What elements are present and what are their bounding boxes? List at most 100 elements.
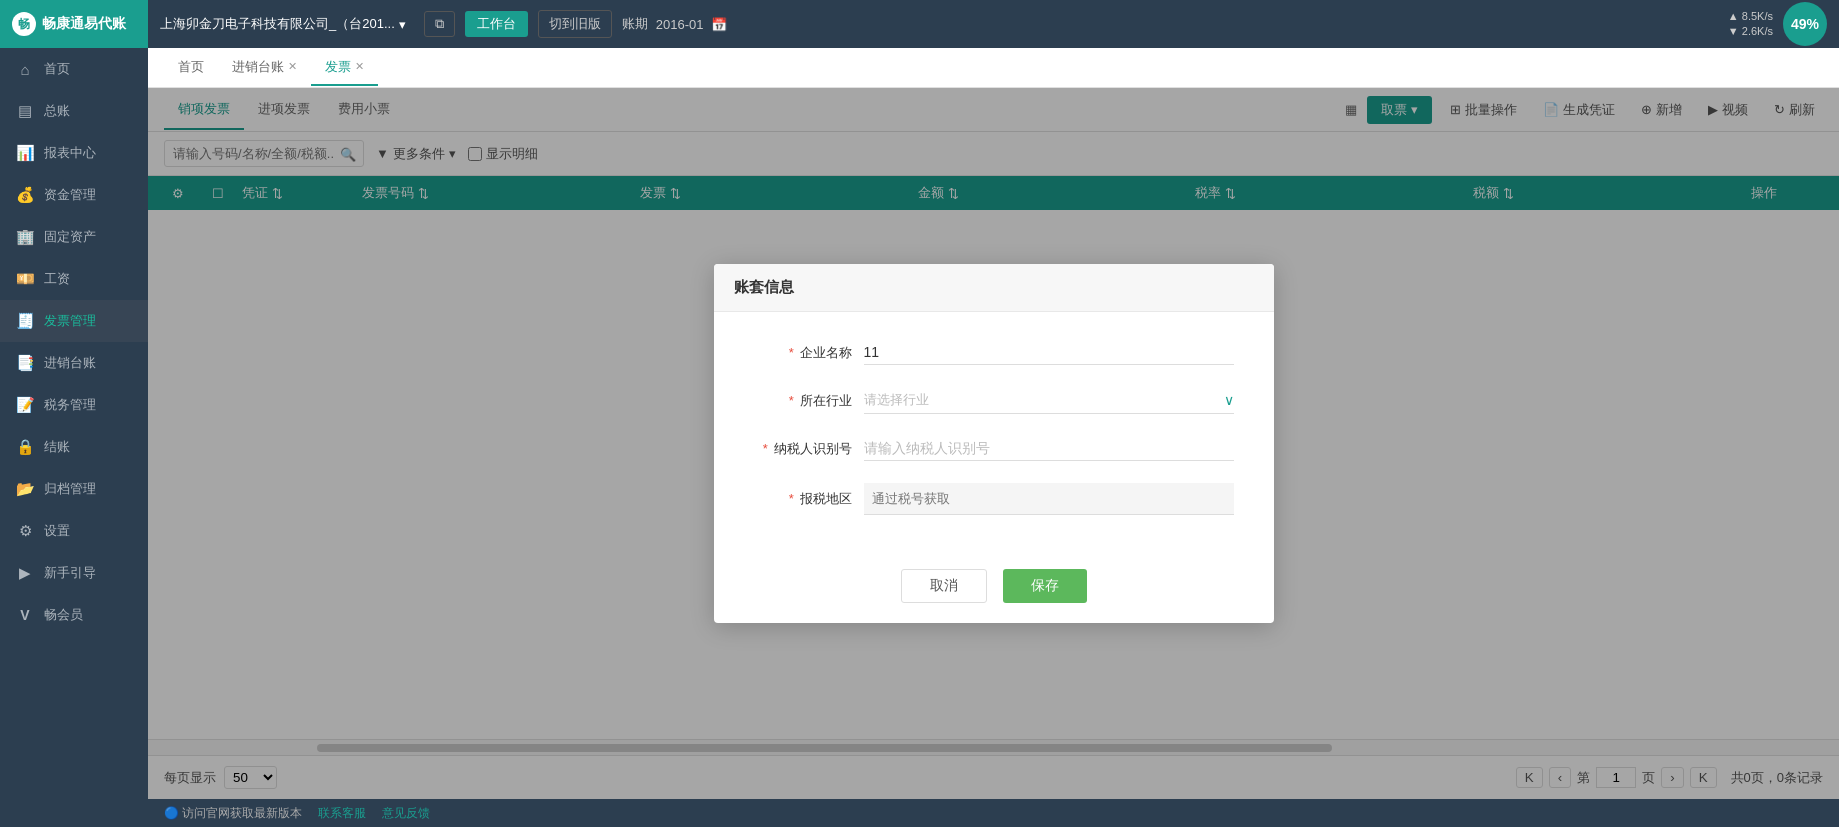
copy-button[interactable]: ⧉ xyxy=(424,11,455,37)
tab-home-label: 首页 xyxy=(178,58,204,76)
company-name-input[interactable] xyxy=(864,340,1234,365)
sidebar-item-label: 设置 xyxy=(44,522,70,540)
sidebar-item-label: 总账 xyxy=(44,102,70,120)
switch-old-button[interactable]: 切到旧版 xyxy=(538,10,612,38)
funds-icon: 💰 xyxy=(16,186,34,204)
period-value: 2016-01 xyxy=(656,17,704,32)
dialog-body: * 企业名称 * 所在行业 请选择行业 ∨ xyxy=(714,312,1274,557)
tab-invoice[interactable]: 发票 ✕ xyxy=(311,50,378,86)
sidebar-item-purchase[interactable]: 📑 进销台账 xyxy=(0,342,148,384)
speed-percent: 49% xyxy=(1791,16,1819,32)
save-button[interactable]: 保存 xyxy=(1003,569,1087,603)
guide-icon: ▶ xyxy=(16,564,34,582)
sidebar-item-payroll[interactable]: 💴 工资 xyxy=(0,258,148,300)
sidebar-item-member[interactable]: V 畅会员 xyxy=(0,594,148,636)
period-label: 账期 xyxy=(622,15,648,33)
home-icon: ⌂ xyxy=(16,61,34,78)
industry-select[interactable]: 请选择行业 ∨ xyxy=(864,387,1234,414)
industry-placeholder: 请选择行业 xyxy=(864,391,1224,409)
sidebar-item-label: 发票管理 xyxy=(44,312,96,330)
required-star: * xyxy=(789,393,794,408)
tax-area-label: * 报税地区 xyxy=(754,490,864,508)
sidebar-item-label: 报表中心 xyxy=(44,144,96,162)
logo-text: 畅康通易代账 xyxy=(42,15,126,33)
footer-tip-text: 🔵 访问官网获取最新版本 xyxy=(164,805,302,822)
sidebar-item-label: 新手引导 xyxy=(44,564,96,582)
assets-icon: 🏢 xyxy=(16,228,34,246)
reports-icon: 📊 xyxy=(16,144,34,162)
tab-purchase[interactable]: 进销台账 ✕ xyxy=(218,50,311,86)
sidebar-item-settings[interactable]: ⚙ 设置 xyxy=(0,510,148,552)
tax-area-input xyxy=(864,483,1234,515)
topbar: 上海卯金刀电子科技有限公司_（台201... ▾ ⧉ 工作台 切到旧版 账期 2… xyxy=(148,0,1839,48)
sidebar-item-label: 资金管理 xyxy=(44,186,96,204)
tax-id-input[interactable] xyxy=(864,436,1234,461)
calendar-icon[interactable]: 📅 xyxy=(711,17,727,32)
ledger-icon: ▤ xyxy=(16,102,34,120)
dialog-footer: 取消 保存 xyxy=(714,557,1274,623)
chevron-down-icon: ∨ xyxy=(1224,392,1234,408)
main-area: 上海卯金刀电子科技有限公司_（台201... ▾ ⧉ 工作台 切到旧版 账期 2… xyxy=(148,0,1839,827)
tab-home[interactable]: 首页 xyxy=(164,50,218,86)
sidebar-item-label: 畅会员 xyxy=(44,606,83,624)
form-row-tax-area: * 报税地区 xyxy=(754,483,1234,515)
sidebar-item-home[interactable]: ⌂ 首页 xyxy=(0,48,148,90)
tab-invoice-label: 发票 xyxy=(325,58,351,76)
sidebar: 畅 畅康通易代账 ⌂ 首页 ▤ 总账 📊 报表中心 💰 资金管理 🏢 固定资产 … xyxy=(0,0,148,827)
cancel-button[interactable]: 取消 xyxy=(901,569,987,603)
sidebar-item-label: 工资 xyxy=(44,270,70,288)
sidebar-item-label: 固定资产 xyxy=(44,228,96,246)
company-text: 上海卯金刀电子科技有限公司_（台201... xyxy=(160,15,395,33)
speed-info: ▲ 8.5K/s ▼ 2.6K/s xyxy=(1728,9,1773,40)
form-row-company: * 企业名称 xyxy=(754,340,1234,365)
company-name-label: * 企业名称 xyxy=(754,344,864,362)
footer-feedback[interactable]: 意见反馈 xyxy=(382,805,430,822)
page-tabs: 首页 进销台账 ✕ 发票 ✕ xyxy=(148,48,1839,88)
form-row-tax-id: * 纳税人识别号 xyxy=(754,436,1234,461)
sidebar-item-archive[interactable]: 📂 归档管理 xyxy=(0,468,148,510)
speed-indicator: 49% xyxy=(1783,2,1827,46)
sidebar-item-reports[interactable]: 📊 报表中心 xyxy=(0,132,148,174)
sidebar-item-assets[interactable]: 🏢 固定资产 xyxy=(0,216,148,258)
footer-contact[interactable]: 联系客服 xyxy=(318,805,366,822)
sidebar-item-close[interactable]: 🔒 结账 xyxy=(0,426,148,468)
speed-up: ▲ 8.5K/s xyxy=(1728,9,1773,24)
payroll-icon: 💴 xyxy=(16,270,34,288)
modal-overlay: 账套信息 * 企业名称 * 所在行 xyxy=(148,88,1839,799)
speed-down: ▼ 2.6K/s xyxy=(1728,24,1773,39)
sidebar-item-guide[interactable]: ▶ 新手引导 xyxy=(0,552,148,594)
invoice-icon: 🧾 xyxy=(16,312,34,330)
workspace-button[interactable]: 工作台 xyxy=(465,11,528,37)
content-area: 销项发票 进项发票 费用小票 ▦ 取票 ▾ ⊞ 批量操作 📄 xyxy=(148,88,1839,799)
sidebar-logo: 畅 畅康通易代账 xyxy=(0,0,148,48)
member-icon: V xyxy=(16,607,34,623)
dialog-account-info: 账套信息 * 企业名称 * 所在行 xyxy=(714,264,1274,623)
tax-icon: 📝 xyxy=(16,396,34,414)
form-row-industry: * 所在行业 请选择行业 ∨ xyxy=(754,387,1234,414)
required-star: * xyxy=(789,345,794,360)
sidebar-item-tax[interactable]: 📝 税务管理 xyxy=(0,384,148,426)
period-info: 账期 2016-01 📅 xyxy=(622,15,728,33)
archive-icon: 📂 xyxy=(16,480,34,498)
close-accounts-icon: 🔒 xyxy=(16,438,34,456)
sidebar-item-invoice[interactable]: 🧾 发票管理 xyxy=(0,300,148,342)
purchase-icon: 📑 xyxy=(16,354,34,372)
tab-invoice-close[interactable]: ✕ xyxy=(355,60,364,73)
tab-purchase-label: 进销台账 xyxy=(232,58,284,76)
tab-purchase-close[interactable]: ✕ xyxy=(288,60,297,73)
company-dropdown-icon[interactable]: ▾ xyxy=(399,17,406,32)
sidebar-item-funds[interactable]: 💰 资金管理 xyxy=(0,174,148,216)
sidebar-item-ledger[interactable]: ▤ 总账 xyxy=(0,90,148,132)
dialog-title: 账套信息 xyxy=(714,264,1274,312)
sidebar-item-label: 归档管理 xyxy=(44,480,96,498)
gear-icon: ⚙ xyxy=(16,522,34,540)
required-star: * xyxy=(789,491,794,506)
tax-id-label: * 纳税人识别号 xyxy=(754,440,864,458)
sidebar-item-label: 税务管理 xyxy=(44,396,96,414)
logo-icon: 畅 xyxy=(12,12,36,36)
sidebar-item-label: 进销台账 xyxy=(44,354,96,372)
sidebar-item-label: 结账 xyxy=(44,438,70,456)
required-star: * xyxy=(763,441,768,456)
dialog-title-text: 账套信息 xyxy=(734,278,794,295)
industry-label: * 所在行业 xyxy=(754,392,864,410)
